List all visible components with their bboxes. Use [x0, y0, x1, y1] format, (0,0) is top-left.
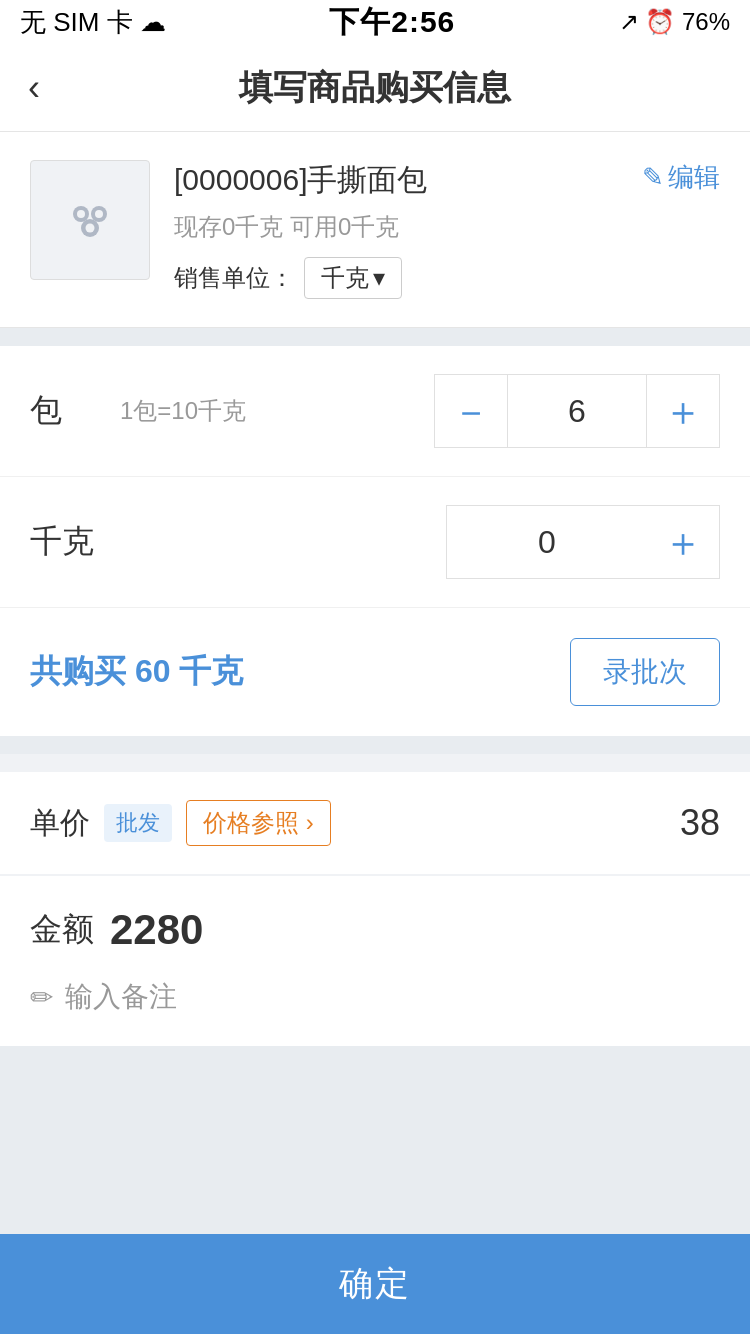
status-icons: ↗ ⏰ 76% [619, 8, 730, 36]
edit-icon: ✎ [642, 162, 664, 193]
status-left: 无 SIM 卡 ☁ [20, 5, 166, 40]
bao-input[interactable] [507, 375, 647, 447]
amount-row: 金额 2280 [30, 906, 720, 954]
total-unit-label: 千克 [179, 653, 243, 689]
amount-label: 金额 [30, 908, 94, 952]
kg-label: 千克 [30, 520, 110, 564]
price-label: 单价 [30, 803, 90, 844]
kg-increment-button[interactable]: ＋ [647, 506, 719, 578]
product-stock: 现存0千克 可用0千克 [174, 211, 720, 243]
status-bar: 无 SIM 卡 ☁ 下午2:56 ↗ ⏰ 76% [0, 0, 750, 44]
page-title: 填写商品购买信息 [239, 65, 511, 111]
bao-stepper: － ＋ [434, 374, 720, 448]
product-info: [0000006]手撕面包 现存0千克 可用0千克 销售单位： 千克 ▾ [174, 160, 720, 299]
svg-point-4 [95, 210, 103, 218]
remark-row[interactable]: ✏ 输入备注 [30, 978, 720, 1016]
section-separator-2 [0, 736, 750, 754]
bao-increment-button[interactable]: ＋ [647, 375, 719, 447]
price-value: 38 [680, 802, 720, 844]
total-text: 共购买 60 千克 [30, 650, 243, 694]
unit-select[interactable]: 千克 ▾ [304, 257, 402, 299]
unit-label: 销售单位： [174, 262, 294, 294]
amount-section: 金额 2280 ✏ 输入备注 [0, 876, 750, 1046]
remark-text: 输入备注 [65, 978, 177, 1016]
price-row: 单价 批发 价格参照 › 38 [30, 800, 720, 846]
nav-bar: ‹ 填写商品购买信息 [0, 44, 750, 132]
total-amount: 60 [135, 653, 171, 689]
bao-input-row: 包 1包=10千克 － ＋ [0, 346, 750, 477]
sim-status: 无 SIM 卡 ☁ [20, 5, 166, 40]
price-label-group: 单价 批发 价格参照 › [30, 800, 331, 846]
price-ref-button[interactable]: 价格参照 › [186, 800, 331, 846]
status-right: ↗ ⏰ 76% [619, 8, 730, 36]
unit-dropdown-icon: ▾ [373, 264, 385, 292]
section-separator-1 [0, 328, 750, 346]
price-tag: 批发 [104, 804, 172, 842]
edit-label: 编辑 [668, 160, 720, 195]
spacer [0, 1046, 750, 1234]
pencil-icon: ✏ [30, 981, 53, 1014]
svg-point-3 [77, 210, 85, 218]
back-button[interactable]: ‹ [28, 67, 40, 109]
product-name: [0000006]手撕面包 [174, 160, 720, 201]
product-thumbnail [30, 160, 150, 280]
svg-point-5 [86, 224, 95, 233]
total-row: 共购买 60 千克 录批次 [0, 608, 750, 736]
bao-decrement-button[interactable]: － [435, 375, 507, 447]
edit-button[interactable]: ✎ 编辑 [642, 160, 720, 195]
confirm-button[interactable]: 确定 [0, 1234, 750, 1334]
product-unit: 销售单位： 千克 ▾ [174, 257, 720, 299]
price-section: 单价 批发 价格参照 › 38 [0, 772, 750, 874]
bao-hint: 1包=10千克 [120, 395, 434, 427]
product-card: [0000006]手撕面包 现存0千克 可用0千克 销售单位： 千克 ▾ ✎ 编… [0, 132, 750, 328]
total-prefix: 共购买 [30, 653, 126, 689]
status-time: 下午2:56 [329, 2, 455, 43]
batch-button[interactable]: 录批次 [570, 638, 720, 706]
amount-value: 2280 [110, 906, 203, 954]
input-section: 包 1包=10千克 － ＋ 千克 ＋ [0, 346, 750, 608]
confirm-label: 确定 [339, 1261, 411, 1307]
kg-input[interactable] [447, 506, 647, 578]
bao-label: 包 [30, 389, 110, 433]
unit-value: 千克 [321, 262, 369, 294]
kg-input-row: 千克 ＋ [0, 477, 750, 608]
kg-stepper: ＋ [446, 505, 720, 579]
